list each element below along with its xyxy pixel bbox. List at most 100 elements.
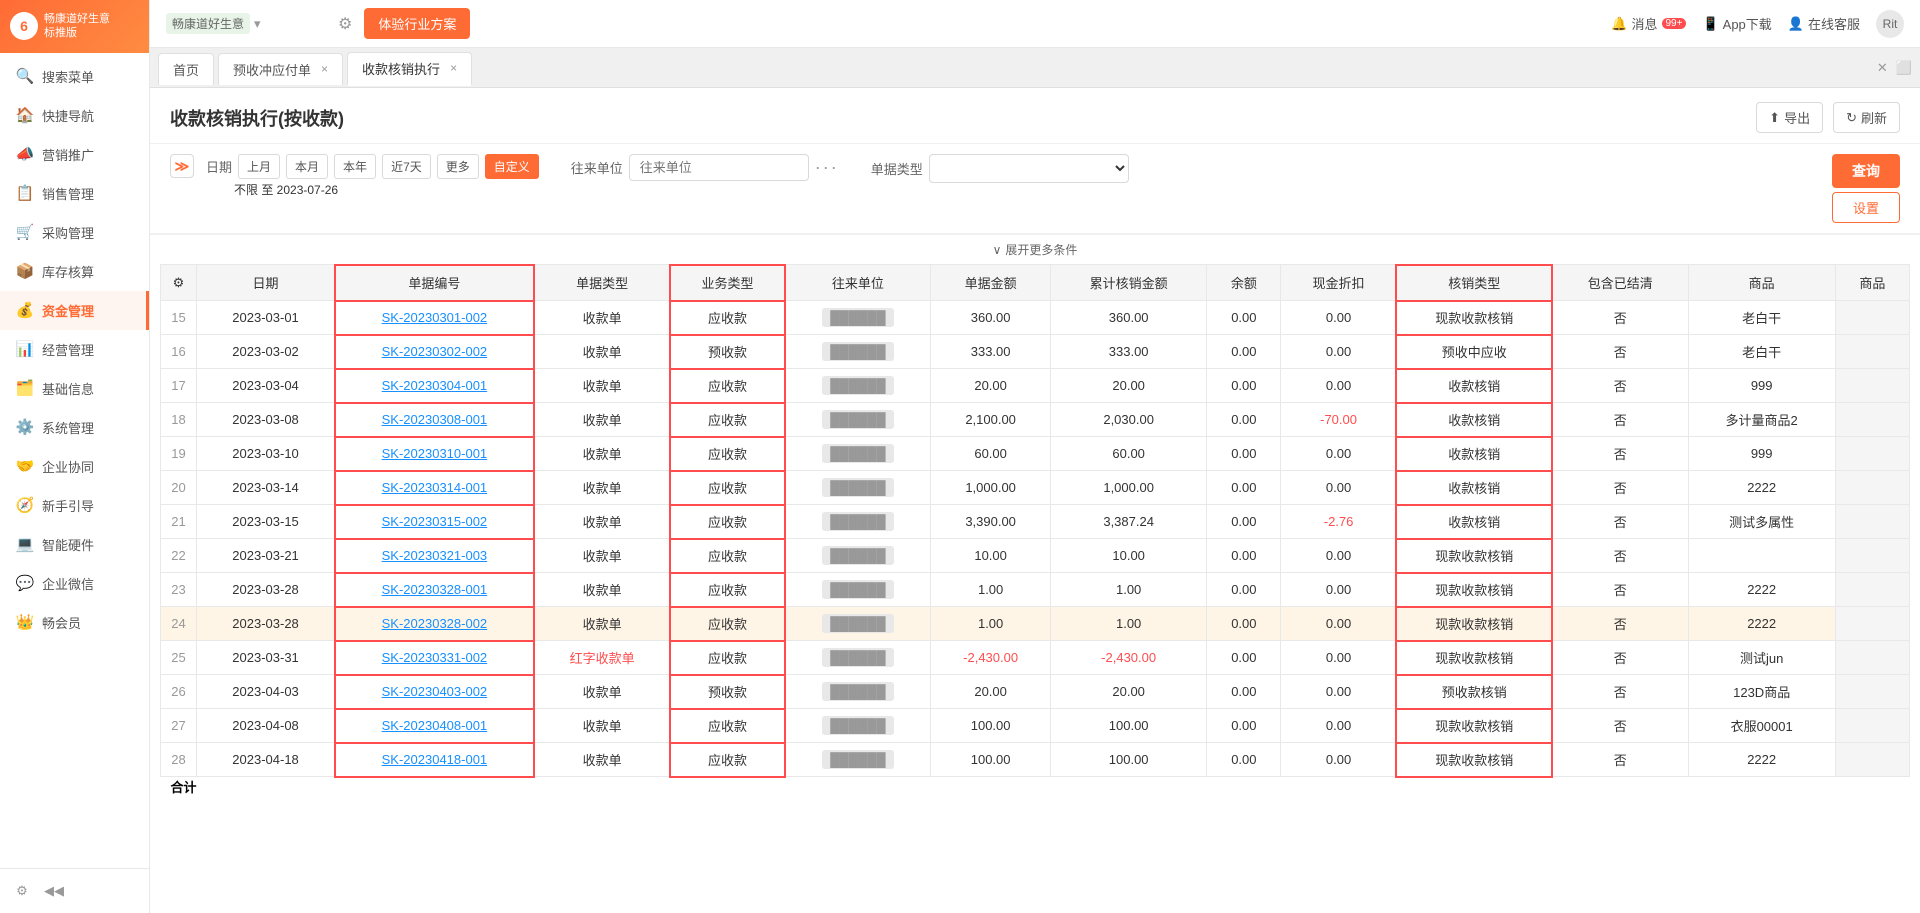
window-maximize-icon[interactable]: ⬜ <box>1896 60 1912 76</box>
wechat-icon: 💬 <box>16 574 34 592</box>
last-month-btn[interactable]: 上月 <box>238 154 280 179</box>
bill-no-link[interactable]: SK-20230408-001 <box>382 718 488 733</box>
sidebar-item-wechat[interactable]: 💬 企业微信 <box>0 564 149 603</box>
sidebar-item-marketing[interactable]: 📣 营销推广 <box>0 135 149 174</box>
bill-no-link[interactable]: SK-20230328-001 <box>382 582 488 597</box>
table-row: 16 2023-03-02 SK-20230302-002 收款单 预收款 ██… <box>161 335 1910 369</box>
topbar-gear-icon[interactable]: ⚙ <box>338 14 352 34</box>
sidebar-item-basic[interactable]: 🗂️ 基础信息 <box>0 369 149 408</box>
footer-included <box>1552 777 1688 797</box>
window-close-icon[interactable]: ✕ <box>1877 60 1888 76</box>
sales-icon: 📋 <box>16 184 34 202</box>
settings-footer-icon[interactable]: ⚙ <box>10 879 34 903</box>
this-year-btn[interactable]: 本年 <box>334 154 376 179</box>
bill-no-link[interactable]: SK-20230331-002 <box>382 650 488 665</box>
footer-amount <box>931 777 1051 797</box>
sidebar-item-search[interactable]: 🔍 搜索菜单 <box>0 57 149 96</box>
bill-no-link[interactable]: SK-20230321-003 <box>382 548 488 563</box>
col-verify-type: 核销类型 <box>1396 265 1552 301</box>
sidebar-item-finance[interactable]: 💰 资金管理 <box>0 291 149 330</box>
bill-no-link[interactable]: SK-20230314-001 <box>382 480 488 495</box>
bill-no-link[interactable]: SK-20230315-002 <box>382 514 488 529</box>
col-discount: 现金折扣 <box>1281 265 1396 301</box>
col-included: 包含已结清 <box>1552 265 1688 301</box>
sidebar-item-member[interactable]: 👑 畅会员 <box>0 603 149 642</box>
sidebar-item-sales[interactable]: 📋 销售管理 <box>0 174 149 213</box>
filter-expand-bar[interactable]: ∨ 展开更多条件 <box>150 234 1920 264</box>
last-7days-btn[interactable]: 近7天 <box>382 154 431 179</box>
bill-no-link[interactable]: SK-20230302-002 <box>382 344 488 359</box>
bill-no-link[interactable]: SK-20230403-002 <box>382 684 488 699</box>
table-row: 26 2023-04-03 SK-20230403-002 收款单 预收款 ██… <box>161 675 1910 709</box>
query-button[interactable]: 查询 <box>1832 154 1900 188</box>
table-row: 25 2023-03-31 SK-20230331-002 红字收款单 应收款 … <box>161 641 1910 675</box>
more-date-btn[interactable]: 更多 <box>437 154 479 179</box>
col-bill-no: 单据编号 <box>335 265 535 301</box>
table-row: 23 2023-03-28 SK-20230328-001 收款单 应收款 ██… <box>161 573 1910 607</box>
table-row: 22 2023-03-21 SK-20230321-003 收款单 应收款 ██… <box>161 539 1910 573</box>
tab2-close-icon[interactable]: × <box>450 61 457 75</box>
col-product2: 商品 <box>1835 265 1909 301</box>
receipt-type-label: 单据类型 <box>871 159 923 178</box>
table-footer: 合计 <box>161 777 1910 797</box>
table-footer-row: 合计 <box>161 777 1910 797</box>
settings-button[interactable]: 设置 <box>1832 192 1900 223</box>
col-biz-type: 业务类型 <box>670 265 785 301</box>
this-month-btn[interactable]: 本月 <box>286 154 328 179</box>
bill-no-link[interactable]: SK-20230328-002 <box>382 616 488 631</box>
sidebar-item-system[interactable]: ⚙️ 系统管理 <box>0 408 149 447</box>
col-date: 日期 <box>197 265 335 301</box>
notification-action[interactable]: 🔔 消息 99+ <box>1611 14 1686 33</box>
bill-no-link[interactable]: SK-20230310-001 <box>382 446 488 461</box>
col-amount: 单据金额 <box>931 265 1051 301</box>
sidebar-item-purchase[interactable]: 🛒 采购管理 <box>0 213 149 252</box>
bill-no-link[interactable]: SK-20230418-001 <box>382 752 488 767</box>
logo-text: 畅康道好生意 标推版 <box>44 12 110 41</box>
date-label: 日期 <box>206 157 232 176</box>
filter-collapse-button[interactable]: ≫ <box>170 154 194 178</box>
online-service-action[interactable]: 👤 在线客服 <box>1788 14 1860 33</box>
col-settings[interactable]: ⚙ <box>161 265 197 301</box>
tab-prepay[interactable]: 预收冲应付单 × <box>218 53 343 85</box>
table-row: 21 2023-03-15 SK-20230315-002 收款单 应收款 ██… <box>161 505 1910 539</box>
tab-home[interactable]: 首页 <box>158 53 214 85</box>
sidebar-item-guide[interactable]: 🧭 新手引导 <box>0 486 149 525</box>
custom-date-btn[interactable]: 自定义 <box>485 154 539 179</box>
unit-input[interactable] <box>629 154 809 181</box>
user-avatar[interactable]: Rit <box>1876 10 1904 38</box>
sidebar-item-quick[interactable]: 🏠 快捷导航 <box>0 96 149 135</box>
table-row: 20 2023-03-14 SK-20230314-001 收款单 应收款 ██… <box>161 471 1910 505</box>
topbar-dropdown-icon[interactable]: ▾ <box>254 16 261 32</box>
tab-receipts[interactable]: 收款核销执行 × <box>347 52 472 86</box>
bill-no-link[interactable]: SK-20230308-001 <box>382 412 488 427</box>
footer-verified <box>1051 777 1207 797</box>
bill-no-link[interactable]: SK-20230304-001 <box>382 378 488 393</box>
sidebar: 6 畅康道好生意 标推版 🔍 搜索菜单 🏠 快捷导航 📣 营销推广 📋 销售管理… <box>0 0 150 913</box>
footer-product <box>1688 777 1835 797</box>
solution-button[interactable]: 体验行业方案 <box>364 8 470 39</box>
refresh-button[interactable]: ↻ 刷新 <box>1833 102 1900 133</box>
hardware-icon: 💻 <box>16 535 34 553</box>
collapse-icon[interactable]: ◀◀ <box>42 879 66 903</box>
sidebar-item-operations[interactable]: 📊 经营管理 <box>0 330 149 369</box>
bill-no-link[interactable]: SK-20230301-002 <box>382 310 488 325</box>
receipt-type-select[interactable] <box>929 154 1129 183</box>
export-button[interactable]: ⬆ 导出 <box>1756 102 1823 133</box>
sidebar-item-hardware[interactable]: 💻 智能硬件 <box>0 525 149 564</box>
topbar-brand: 畅康道好生意 ▾ <box>166 13 326 34</box>
member-icon: 👑 <box>16 613 34 631</box>
col-verified: 累计核销金额 <box>1051 265 1207 301</box>
page-content: 收款核销执行(按收款) ⬆ 导出 ↻ 刷新 ≫ 日期 上月 <box>150 88 1920 913</box>
page-title: 收款核销执行(按收款) <box>170 105 344 131</box>
marketing-icon: 📣 <box>16 145 34 163</box>
table-container: ⚙ 日期 单据编号 单据类型 业务类型 往来单位 单据金额 累计核销金额 余额 … <box>150 264 1920 913</box>
sidebar-nav: 🔍 搜索菜单 🏠 快捷导航 📣 营销推广 📋 销售管理 🛒 采购管理 📦 库存核… <box>0 53 149 868</box>
tab1-close-icon[interactable]: × <box>321 62 328 76</box>
sidebar-item-corp[interactable]: 🤝 企业协同 <box>0 447 149 486</box>
sidebar-item-inventory[interactable]: 📦 库存核算 <box>0 252 149 291</box>
table-row: 27 2023-04-08 SK-20230408-001 收款单 应收款 ██… <box>161 709 1910 743</box>
app-download-action[interactable]: 📱 App下载 <box>1702 14 1771 33</box>
col-balance: 余额 <box>1207 265 1281 301</box>
bell-icon: 🔔 <box>1611 16 1627 32</box>
table-row: 18 2023-03-08 SK-20230308-001 收款单 应收款 ██… <box>161 403 1910 437</box>
